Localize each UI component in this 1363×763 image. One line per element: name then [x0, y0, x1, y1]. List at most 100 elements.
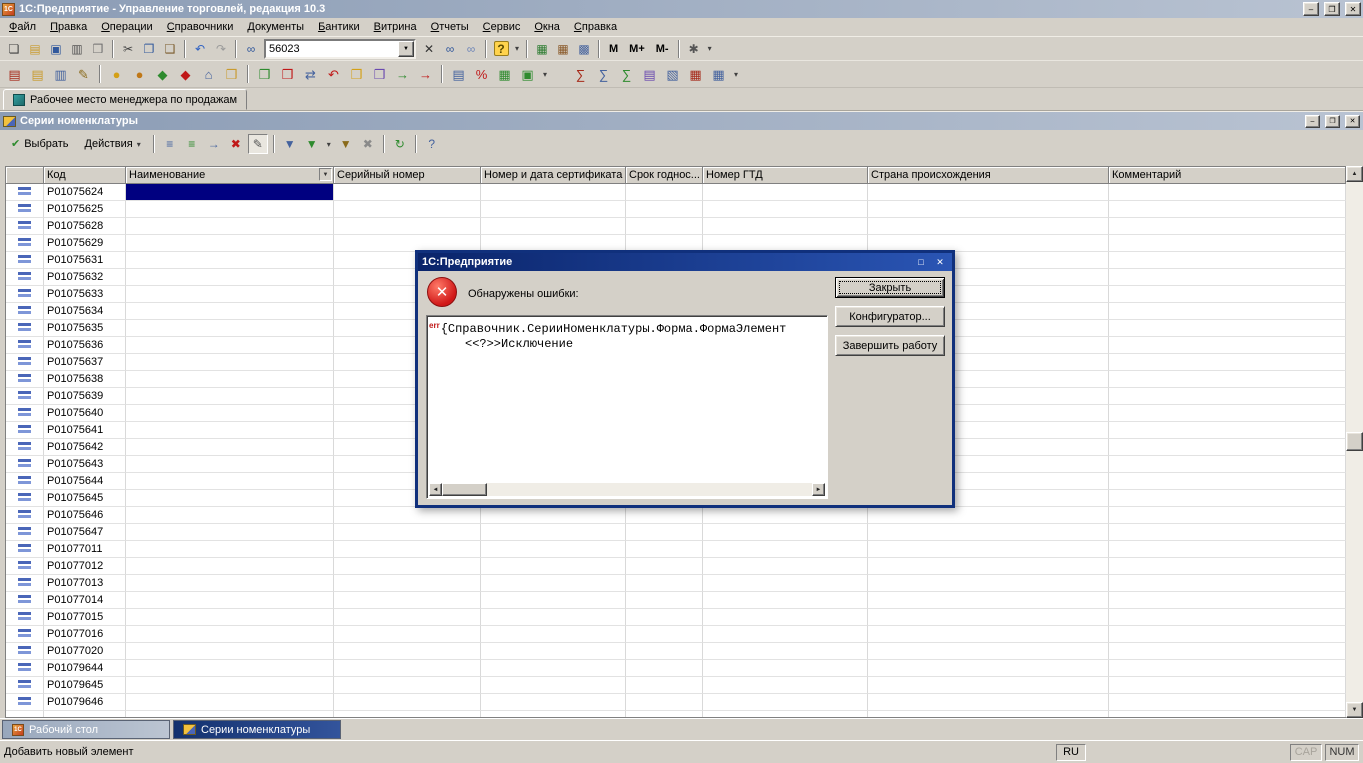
- cell-name[interactable]: [126, 354, 334, 371]
- cell-gtd[interactable]: [703, 201, 868, 218]
- view-list-icon[interactable]: ≡: [160, 134, 180, 154]
- cell-icon[interactable]: [6, 456, 44, 473]
- cell-serial[interactable]: [334, 643, 481, 660]
- find-next-icon[interactable]: ∞: [440, 39, 460, 59]
- cell-certificate[interactable]: [481, 201, 626, 218]
- table-row[interactable]: P01079645: [6, 677, 1346, 694]
- cell-name[interactable]: [126, 184, 334, 201]
- cell-code[interactable]: P01075633: [44, 286, 126, 303]
- payment-order-in-icon[interactable]: ◆: [152, 64, 173, 85]
- cell-name[interactable]: [126, 473, 334, 490]
- cell-comment[interactable]: [1109, 422, 1346, 439]
- goods-return-icon[interactable]: ↶: [323, 64, 344, 85]
- language-indicator[interactable]: RU: [1056, 743, 1086, 761]
- cell-expiry[interactable]: [626, 184, 703, 201]
- cell-code[interactable]: P01075625: [44, 201, 126, 218]
- cell-code[interactable]: P01079644: [44, 660, 126, 677]
- cell-name[interactable]: [126, 626, 334, 643]
- cell-comment[interactable]: [1109, 541, 1346, 558]
- syntax-help-icon[interactable]: ?: [491, 39, 511, 59]
- cell-icon[interactable]: [6, 677, 44, 694]
- cell-comment[interactable]: [1109, 456, 1346, 473]
- cell-name[interactable]: [126, 286, 334, 303]
- cell-name[interactable]: [126, 490, 334, 507]
- dialog-title-bar[interactable]: 1С:Предприятие □ ✕: [418, 253, 952, 271]
- cell-icon[interactable]: [6, 660, 44, 677]
- cell-country[interactable]: [868, 694, 1109, 711]
- cell-comment[interactable]: [1109, 235, 1346, 252]
- cell-name[interactable]: [126, 558, 334, 575]
- goods-receipt-icon[interactable]: ❒: [254, 64, 275, 85]
- price-list-icon[interactable]: ▤: [448, 64, 469, 85]
- cell-name[interactable]: [126, 252, 334, 269]
- calculator-icon[interactable]: ▩: [574, 39, 594, 59]
- cell-code[interactable]: P01075645: [44, 490, 126, 507]
- cell-country[interactable]: [868, 558, 1109, 575]
- cut-icon[interactable]: ✂: [118, 39, 138, 59]
- cell-certificate[interactable]: [481, 660, 626, 677]
- cell-comment[interactable]: [1109, 507, 1346, 524]
- cell-country[interactable]: [868, 643, 1109, 660]
- cell-name[interactable]: [126, 201, 334, 218]
- cell-name[interactable]: [126, 575, 334, 592]
- cell-name[interactable]: [126, 694, 334, 711]
- close-button[interactable]: ✕: [1345, 2, 1361, 16]
- bank-statement-icon[interactable]: ⌂: [198, 64, 219, 85]
- find-icon[interactable]: ∞: [241, 39, 261, 59]
- cell-code[interactable]: P01077013: [44, 575, 126, 592]
- child-window-title-bar[interactable]: Серии номенклатуры – ❐ ✕: [0, 111, 1363, 130]
- cell-gtd[interactable]: [703, 592, 868, 609]
- cell-serial[interactable]: [334, 609, 481, 626]
- menu-item-operations[interactable]: Операции: [94, 19, 159, 35]
- cell-gtd[interactable]: [703, 677, 868, 694]
- cell-name[interactable]: [126, 541, 334, 558]
- undo-icon[interactable]: ↶: [190, 39, 210, 59]
- cell-gtd[interactable]: [703, 524, 868, 541]
- child-restore-button[interactable]: ❐: [1325, 114, 1340, 128]
- debt-report-icon[interactable]: ▤: [639, 64, 660, 85]
- tab-desktop[interactable]: 1С Рабочий стол: [2, 720, 170, 739]
- cell-expiry[interactable]: [626, 575, 703, 592]
- cell-code[interactable]: P01077016: [44, 626, 126, 643]
- print-preview-icon[interactable]: ❒: [88, 39, 108, 59]
- discounts-icon[interactable]: %: [471, 64, 492, 85]
- cell-comment[interactable]: [1109, 490, 1346, 507]
- error-text-area[interactable]: err{Справочник.СерииНоменклатуры.Форма.Ф…: [426, 315, 828, 499]
- cell-code[interactable]: P01075640: [44, 405, 126, 422]
- cell-name[interactable]: [126, 218, 334, 235]
- cell-certificate[interactable]: [481, 677, 626, 694]
- cell-comment[interactable]: [1109, 609, 1346, 626]
- table-row[interactable]: P01075624: [6, 184, 1346, 201]
- cell-icon[interactable]: [6, 558, 44, 575]
- paste-icon[interactable]: ❑: [160, 39, 180, 59]
- cell-serial[interactable]: [334, 507, 481, 524]
- cell-icon[interactable]: [6, 388, 44, 405]
- table-row[interactable]: P01075647: [6, 524, 1346, 541]
- cell-icon[interactable]: [6, 201, 44, 218]
- cell-comment[interactable]: [1109, 626, 1346, 643]
- column-header-code[interactable]: Код: [44, 167, 126, 184]
- cell-country[interactable]: [868, 218, 1109, 235]
- cell-name[interactable]: [126, 320, 334, 337]
- cell-serial[interactable]: [334, 626, 481, 643]
- cell-expiry[interactable]: [626, 592, 703, 609]
- cell-icon[interactable]: [6, 490, 44, 507]
- cell-icon[interactable]: [6, 371, 44, 388]
- cell-code[interactable]: P01075642: [44, 439, 126, 456]
- table-row[interactable]: P01077014: [6, 592, 1346, 609]
- cell-icon[interactable]: [6, 235, 44, 252]
- cell-comment[interactable]: [1109, 218, 1346, 235]
- cell-code[interactable]: P01075629: [44, 235, 126, 252]
- cell-expiry[interactable]: [626, 609, 703, 626]
- cell-comment[interactable]: [1109, 643, 1346, 660]
- close-error-button[interactable]: Закрыть: [835, 277, 945, 298]
- cell-country[interactable]: [868, 609, 1109, 626]
- configurator-button[interactable]: Конфигуратор...: [835, 306, 945, 327]
- cell-serial[interactable]: [334, 694, 481, 711]
- cell-country[interactable]: [868, 184, 1109, 201]
- cell-name[interactable]: [126, 269, 334, 286]
- open-icon[interactable]: ▤: [25, 39, 45, 59]
- cell-icon[interactable]: [6, 439, 44, 456]
- clear-find-icon[interactable]: ✕: [419, 39, 439, 59]
- cell-comment[interactable]: [1109, 354, 1346, 371]
